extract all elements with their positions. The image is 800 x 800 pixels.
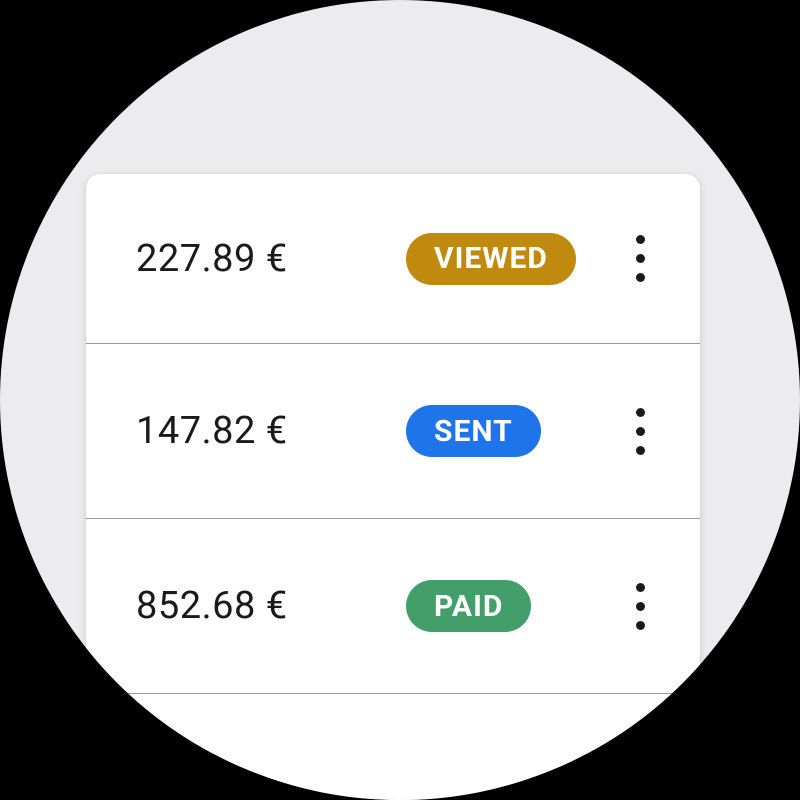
invoice-list-card: 227.89 € VIEWED 147.82 € SENT 852.68 € P… [86, 174, 700, 800]
dot [636, 583, 645, 592]
dot [636, 408, 645, 417]
dot [636, 273, 645, 282]
status-badge: SENT [406, 405, 541, 457]
dot [636, 235, 645, 244]
circle-viewport: 227.89 € VIEWED 147.82 € SENT 852.68 € P… [0, 0, 800, 800]
amount-value: 227.89 € [136, 237, 406, 281]
status-badge: PAID [406, 580, 531, 632]
dot [636, 602, 645, 611]
dot [636, 254, 645, 263]
list-item [86, 694, 700, 800]
more-vertical-icon[interactable] [620, 576, 660, 636]
list-item: 852.68 € PAID [86, 519, 700, 694]
more-vertical-icon[interactable] [620, 229, 660, 289]
dot [636, 427, 645, 436]
list-item: 227.89 € VIEWED [86, 174, 700, 344]
status-badge: VIEWED [406, 233, 576, 285]
dot [636, 446, 645, 455]
list-item: 147.82 € SENT [86, 344, 700, 519]
dot [636, 621, 645, 630]
amount-value: 147.82 € [136, 409, 406, 453]
amount-value: 852.68 € [136, 584, 406, 628]
more-vertical-icon[interactable] [620, 401, 660, 461]
